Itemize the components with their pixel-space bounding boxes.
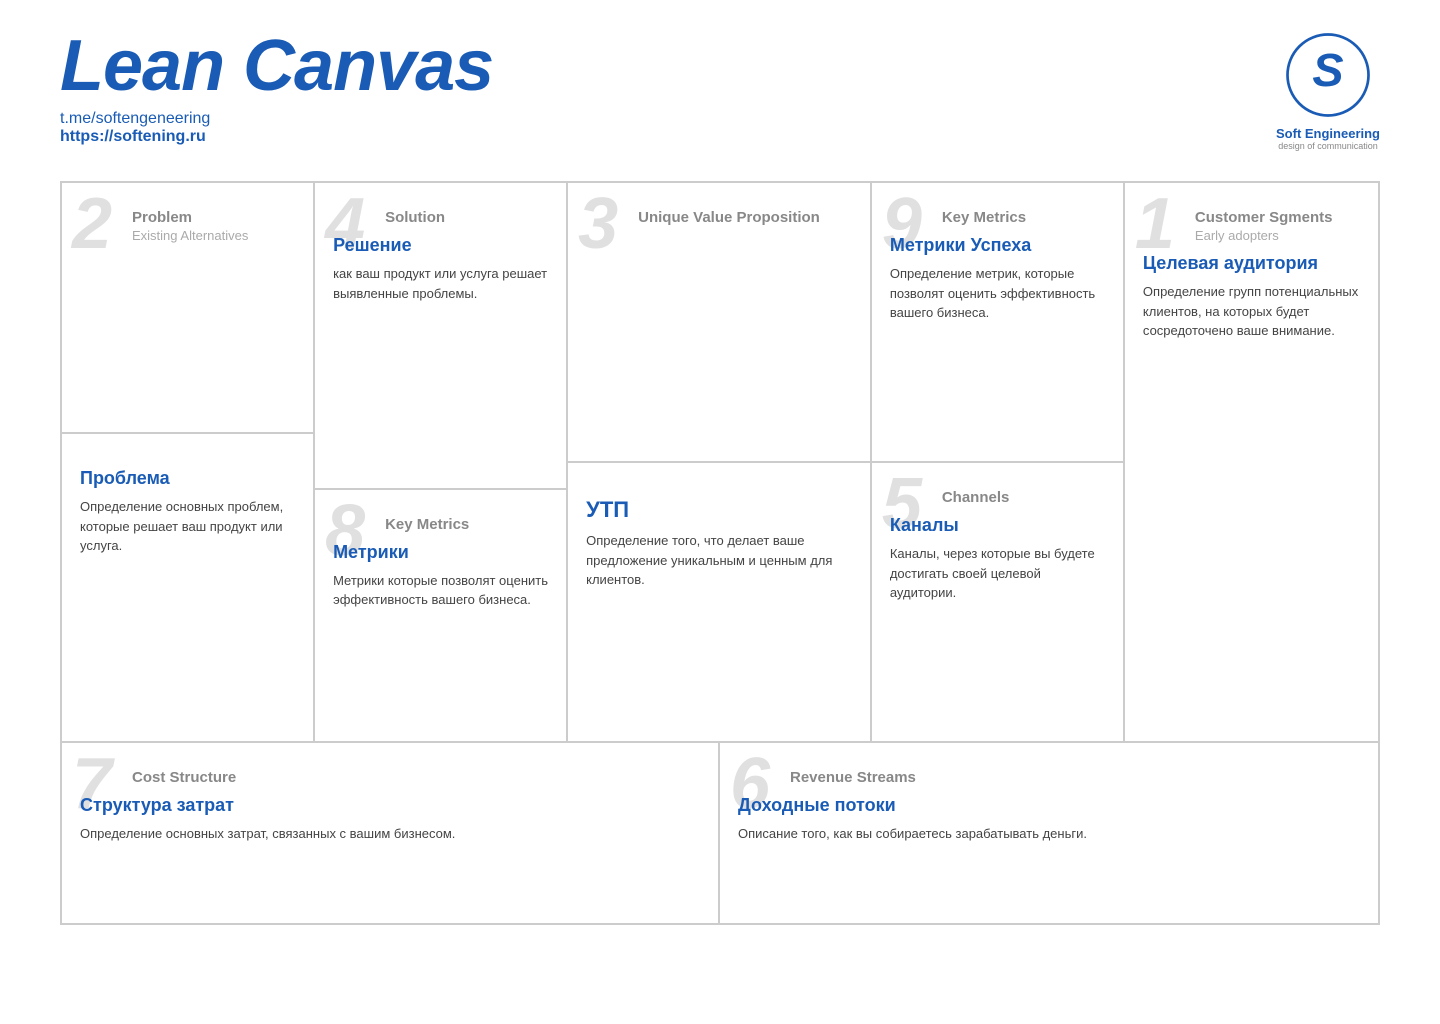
uvp-top-content: Unique Value Proposition bbox=[586, 199, 852, 227]
uvp-en-title: Unique Value Proposition bbox=[586, 209, 852, 227]
km-top-content: Key Metrics Метрики Успеха Определение м… bbox=[890, 199, 1105, 323]
page-title: Lean Canvas bbox=[60, 30, 493, 102]
link1[interactable]: t.me/softengeneering bbox=[60, 110, 493, 128]
problem-ru-title: Проблема bbox=[80, 468, 295, 489]
revenue-ru-title: Доходные потоки bbox=[738, 795, 1360, 816]
problem-body: Определение основных проблем, которые ре… bbox=[80, 497, 295, 556]
cost-en-title: Cost Structure bbox=[80, 769, 700, 787]
uvp-cell: 3 Unique Value Proposition УТП Определен… bbox=[568, 183, 872, 741]
customer-content: Customer Sgments Early adopters Целевая … bbox=[1143, 199, 1360, 341]
channels-bottom: 5 Channels Каналы Каналы, через которые … bbox=[872, 463, 1123, 741]
uvp-bottom: УТП Определение того, что делает ваше пр… bbox=[568, 463, 870, 741]
km-channels-cell: 9 Key Metrics Метрики Успеха Определение… bbox=[872, 183, 1125, 741]
km-en-title: Key Metrics bbox=[890, 209, 1105, 227]
channels-en-title: Channels bbox=[890, 489, 1105, 507]
solution-body: как ваш продукт или услуга решает выявле… bbox=[333, 264, 548, 303]
logo-sub: design of communication bbox=[1278, 141, 1378, 151]
header-left: Lean Canvas t.me/softengeneering https:/… bbox=[60, 30, 493, 146]
solution-top: 4 Solution Решение как ваш продукт или у… bbox=[315, 183, 566, 490]
solution-top-content: Solution Решение как ваш продукт или усл… bbox=[333, 199, 548, 303]
solution-ru-title: Решение bbox=[333, 235, 548, 256]
revenue-content: Revenue Streams Доходные потоки Описание… bbox=[738, 759, 1360, 844]
cost-body: Определение основных затрат, связанных с… bbox=[80, 824, 700, 844]
logo-text: Soft Engineering bbox=[1276, 126, 1380, 141]
channels-body: Каналы, через которые вы будете достигат… bbox=[890, 544, 1105, 603]
problem-bottom: Проблема Определение основных проблем, к… bbox=[62, 434, 313, 741]
cost-structure-cell: 7 Cost Structure Структура затрат Опреде… bbox=[62, 743, 720, 923]
cost-content: Cost Structure Структура затрат Определе… bbox=[80, 759, 700, 844]
customer-en-subtitle: Early adopters bbox=[1195, 228, 1279, 243]
km-body: Определение метрик, которые позволят оце… bbox=[890, 264, 1105, 323]
uvp-top: 3 Unique Value Proposition bbox=[568, 183, 870, 463]
customer-en-title: Customer Sgments Early adopters bbox=[1143, 209, 1360, 245]
lean-canvas: 2 Problem Existing Alternatives Проблема… bbox=[60, 181, 1380, 925]
uvp-body: Определение того, что делает ваше предло… bbox=[586, 531, 852, 590]
channels-content: Channels Каналы Каналы, через которые вы… bbox=[890, 479, 1105, 603]
solution-cell: 4 Solution Решение как ваш продукт или у… bbox=[315, 183, 568, 741]
cost-ru-title: Структура затрат bbox=[80, 795, 700, 816]
logo-icon: S bbox=[1283, 30, 1373, 120]
uvp-bottom-content: УТП Определение того, что делает ваше пр… bbox=[586, 479, 852, 590]
uvp-ru-title: УТП bbox=[586, 497, 852, 523]
revenue-en-title: Revenue Streams bbox=[738, 769, 1360, 787]
km-ru-title: Метрики Успеха bbox=[890, 235, 1105, 256]
key-metrics-en-title: Key Metrics bbox=[333, 516, 548, 534]
customer-body: Определение групп потенциальных клиентов… bbox=[1143, 282, 1360, 341]
customer-ru-title: Целевая аудитория bbox=[1143, 253, 1360, 274]
canvas-bottom-row: 7 Cost Structure Структура затрат Опреде… bbox=[62, 743, 1378, 923]
customer-cell: 1 Customer Sgments Early adopters Целева… bbox=[1125, 183, 1378, 741]
problem-top-content: Problem Existing Alternatives bbox=[80, 199, 295, 245]
channels-ru-title: Каналы bbox=[890, 515, 1105, 536]
canvas-top-row: 2 Problem Existing Alternatives Проблема… bbox=[62, 183, 1378, 743]
logo-area: S Soft Engineering design of communicati… bbox=[1276, 30, 1380, 151]
solution-en-title: Solution bbox=[333, 209, 548, 227]
solution-bottom: 8 Key Metrics Метрики Метрики которые по… bbox=[315, 490, 566, 741]
problem-en-subtitle: Existing Alternatives bbox=[132, 228, 248, 243]
problem-en-title: Problem Existing Alternatives bbox=[80, 209, 295, 245]
page-header: Lean Canvas t.me/softengeneering https:/… bbox=[60, 30, 1380, 151]
svg-text:S: S bbox=[1312, 44, 1343, 96]
revenue-body: Описание того, как вы собираетесь зараба… bbox=[738, 824, 1360, 844]
problem-cell: 2 Problem Existing Alternatives Проблема… bbox=[62, 183, 315, 741]
key-metrics-ru-title: Метрики bbox=[333, 542, 548, 563]
problem-bottom-content: Проблема Определение основных проблем, к… bbox=[80, 450, 295, 556]
link2[interactable]: https://softening.ru bbox=[60, 128, 493, 146]
problem-top: 2 Problem Existing Alternatives bbox=[62, 183, 313, 434]
km-top: 9 Key Metrics Метрики Успеха Определение… bbox=[872, 183, 1123, 463]
key-metrics-body: Метрики которые позволят оценить эффекти… bbox=[333, 571, 548, 610]
revenue-streams-cell: 6 Revenue Streams Доходные потоки Описан… bbox=[720, 743, 1378, 923]
solution-bottom-content: Key Metrics Метрики Метрики которые позв… bbox=[333, 506, 548, 610]
subtitle-links: t.me/softengeneering https://softening.r… bbox=[60, 110, 493, 146]
